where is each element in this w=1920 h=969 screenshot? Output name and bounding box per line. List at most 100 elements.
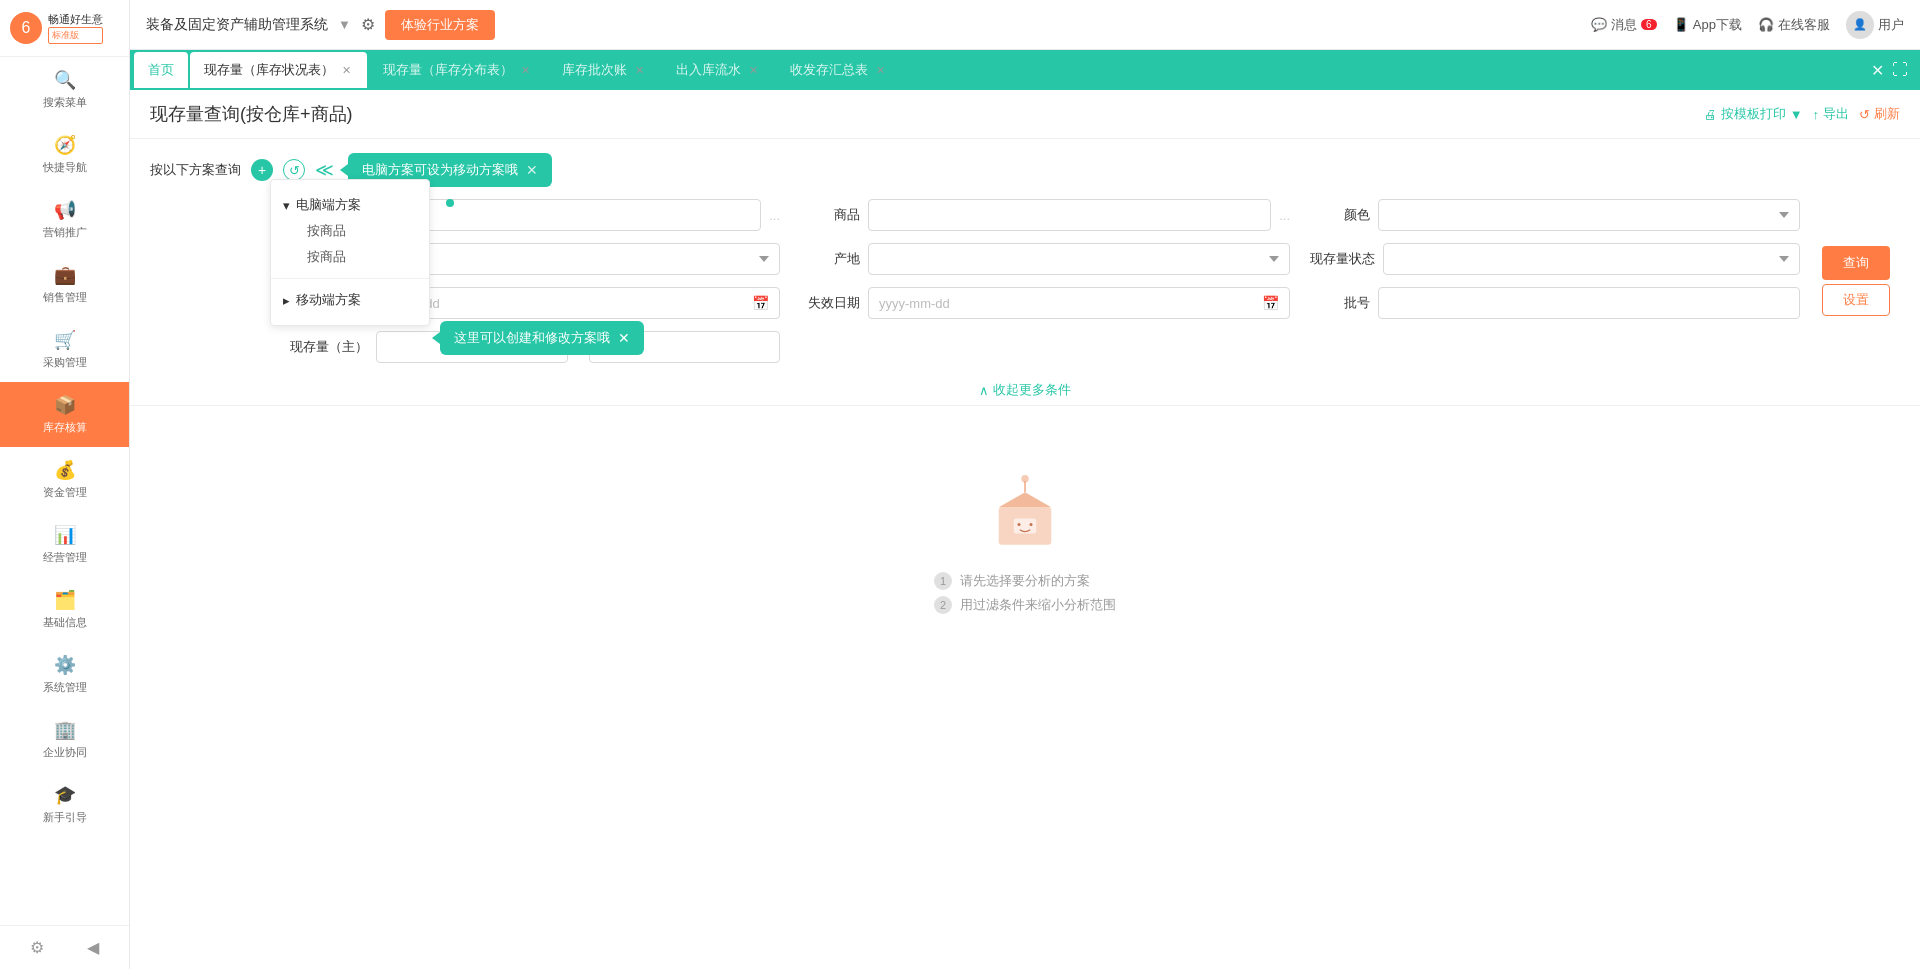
settings-bottom-btn[interactable]: ⚙ xyxy=(30,938,44,957)
stock-status-select[interactable] xyxy=(1383,243,1800,275)
filter-back-btn[interactable]: ≪ xyxy=(315,159,334,181)
business-icon: 📊 xyxy=(54,524,76,546)
export-btn[interactable]: ↑ 导出 xyxy=(1813,105,1850,123)
scheme-item-1[interactable]: 按商品 xyxy=(283,218,417,244)
filter-row1: 仓库 ... 商品 ... 颜色 xyxy=(290,199,1800,231)
tab-inventory-status[interactable]: 现存量（库存状况表） ✕ xyxy=(190,52,367,88)
content-area: 现存量查询(按仓库+商品) 🖨 按模板打印 ▼ ↑ 导出 ↺ xyxy=(130,90,1920,969)
message-badge: 6 xyxy=(1641,19,1657,30)
sidebar-item-guide[interactable]: 🎓 新手引导 xyxy=(0,772,129,837)
empty-steps-list: 1 请先选择要分析的方案 2 用过滤条件来缩小分析范围 xyxy=(934,572,1116,620)
step-num-1: 1 xyxy=(934,572,952,590)
origin-select[interactable] xyxy=(868,243,1290,275)
tab-collect-summary[interactable]: 收发存汇总表 ✕ xyxy=(776,52,901,88)
batch-input[interactable] xyxy=(1378,287,1800,319)
sidebar-item-label: 销售管理 xyxy=(43,290,87,305)
tooltip-arrow xyxy=(340,164,348,176)
filter-origin: 产地 xyxy=(800,243,1290,275)
exp-placeholder: yyyy-mm-dd xyxy=(879,296,950,311)
svg-marker-1 xyxy=(999,492,1052,507)
color-label: 颜色 xyxy=(1310,206,1370,224)
logo-title: 畅通好生意 xyxy=(48,12,103,27)
tab-close-btn[interactable]: ✕ xyxy=(874,62,887,79)
sidebar-item-business[interactable]: 📊 经营管理 xyxy=(0,512,129,577)
tab-home[interactable]: 首页 xyxy=(134,52,188,88)
sidebar-item-label: 经营管理 xyxy=(43,550,87,565)
sidebar-item-sales[interactable]: 💼 销售管理 xyxy=(0,252,129,317)
refresh-btn[interactable]: ↺ 刷新 xyxy=(1859,105,1900,123)
print-btn[interactable]: 🖨 按模板打印 ▼ xyxy=(1704,105,1803,123)
inventory-icon: 📦 xyxy=(54,394,76,416)
scheme-mobile-toggle[interactable]: ▸ 移动端方案 xyxy=(283,287,417,313)
refresh-icon: ↺ xyxy=(1859,107,1870,122)
sidebar-item-inventory[interactable]: 📦 库存核算 xyxy=(0,382,129,447)
tooltip1-close[interactable]: ✕ xyxy=(526,162,538,178)
tab-close-btn[interactable]: ✕ xyxy=(747,62,760,79)
tab-expand-btn[interactable]: ⛶ xyxy=(1892,61,1908,79)
stock-qty-label: 现存量（主） xyxy=(290,338,368,356)
export-icon: ↑ xyxy=(1813,107,1820,122)
sidebar-item-search[interactable]: 🔍 搜索菜单 xyxy=(0,57,129,122)
warehouse-dots[interactable]: ... xyxy=(769,208,780,223)
product-input[interactable] xyxy=(868,199,1271,231)
tab-close-all-btn[interactable]: ✕ xyxy=(1871,61,1884,80)
industry-btn[interactable]: 体验行业方案 xyxy=(385,10,495,40)
reset-btn[interactable]: 设置 xyxy=(1822,284,1890,316)
tab-batch-account[interactable]: 库存批次账 ✕ xyxy=(548,52,660,88)
app-download-action[interactable]: 📱 App下载 xyxy=(1673,16,1742,34)
calendar-icon: 📅 xyxy=(752,295,769,311)
sidebar-item-label: 资金管理 xyxy=(43,485,87,500)
header-settings-btn[interactable]: ⚙ xyxy=(361,15,375,34)
product-dots[interactable]: ... xyxy=(1279,208,1290,223)
scheme-divider xyxy=(271,278,429,279)
sidebar-item-marketing[interactable]: 📢 营销推广 xyxy=(0,187,129,252)
search-btn-group: 查询 设置 xyxy=(1812,199,1900,363)
color-select[interactable] xyxy=(1378,199,1800,231)
filter-row2: 尺码 产地 现存量状态 xyxy=(290,243,1800,275)
collapse-sidebar-btn[interactable]: ◀ xyxy=(87,938,99,957)
filter-refresh-btn[interactable]: ↺ xyxy=(283,159,305,181)
search-icon: 🔍 xyxy=(54,69,76,91)
collapse-row: ∧ 收起更多条件 xyxy=(150,375,1900,405)
tooltip2-close[interactable]: ✕ xyxy=(618,330,630,346)
user-action[interactable]: 👤 用户 xyxy=(1846,11,1904,39)
message-action[interactable]: 💬 消息 6 xyxy=(1591,16,1657,34)
headset-icon: 🎧 xyxy=(1758,17,1774,32)
sidebar-item-finance[interactable]: 💰 资金管理 xyxy=(0,447,129,512)
exp-date-label: 失效日期 xyxy=(800,294,860,312)
tab-controls: ✕ ⛶ xyxy=(1871,61,1916,80)
tab-close-btn[interactable]: ✕ xyxy=(340,62,353,79)
logo-area: 6 畅通好生意 标准版 xyxy=(0,0,129,57)
filter-area: 按以下方案查询 + ↺ ≪ 电脑方案可设为移动方案哦 ✕ xyxy=(130,139,1920,406)
support-action[interactable]: 🎧 在线客服 xyxy=(1758,16,1830,34)
page-content: 现存量查询(按仓库+商品) 🖨 按模板打印 ▼ ↑ 导出 ↺ xyxy=(130,90,1920,969)
sidebar-item-basic[interactable]: 🗂️ 基础信息 xyxy=(0,577,129,642)
system-dropdown-icon[interactable]: ▼ xyxy=(338,17,351,32)
step2-text: 用过滤条件来缩小分析范围 xyxy=(960,596,1116,614)
filter-batch: 批号 xyxy=(1310,287,1800,319)
collapse-btn[interactable]: ∧ 收起更多条件 xyxy=(979,381,1071,399)
exp-date-input[interactable]: yyyy-mm-dd 📅 xyxy=(868,287,1290,319)
sidebar-item-system[interactable]: ⚙️ 系统管理 xyxy=(0,642,129,707)
scheme-desktop-toggle[interactable]: ▾ 电脑端方案 xyxy=(283,192,417,218)
tab-inout-flow[interactable]: 出入库流水 ✕ xyxy=(662,52,774,88)
step-num-2: 2 xyxy=(934,596,952,614)
refresh-label: 刷新 xyxy=(1874,105,1900,123)
search-btn[interactable]: 查询 xyxy=(1822,246,1890,280)
tab-label: 库存批次账 xyxy=(562,61,627,79)
tab-close-btn[interactable]: ✕ xyxy=(633,62,646,79)
sales-icon: 💼 xyxy=(54,264,76,286)
sidebar-item-purchase[interactable]: 🛒 采购管理 xyxy=(0,317,129,382)
tab-inventory-dist[interactable]: 现存量（库存分布表） ✕ xyxy=(369,52,546,88)
page-title: 现存量查询(按仓库+商品) xyxy=(150,102,353,126)
filter-add-btn[interactable]: + xyxy=(251,159,273,181)
empty-illustration xyxy=(980,466,1070,556)
sidebar-item-quicknav[interactable]: 🧭 快捷导航 xyxy=(0,122,129,187)
sidebar-item-enterprise[interactable]: 🏢 企业协同 xyxy=(0,707,129,772)
scheme-item-2[interactable]: 按商品 xyxy=(283,244,417,270)
sidebar-bottom: ⚙ ◀ xyxy=(0,925,129,969)
user-label: 用户 xyxy=(1878,16,1904,34)
tab-close-btn[interactable]: ✕ xyxy=(519,62,532,79)
tab-label: 现存量（库存状况表） xyxy=(204,61,334,79)
print-icon: 🖨 xyxy=(1704,107,1717,122)
